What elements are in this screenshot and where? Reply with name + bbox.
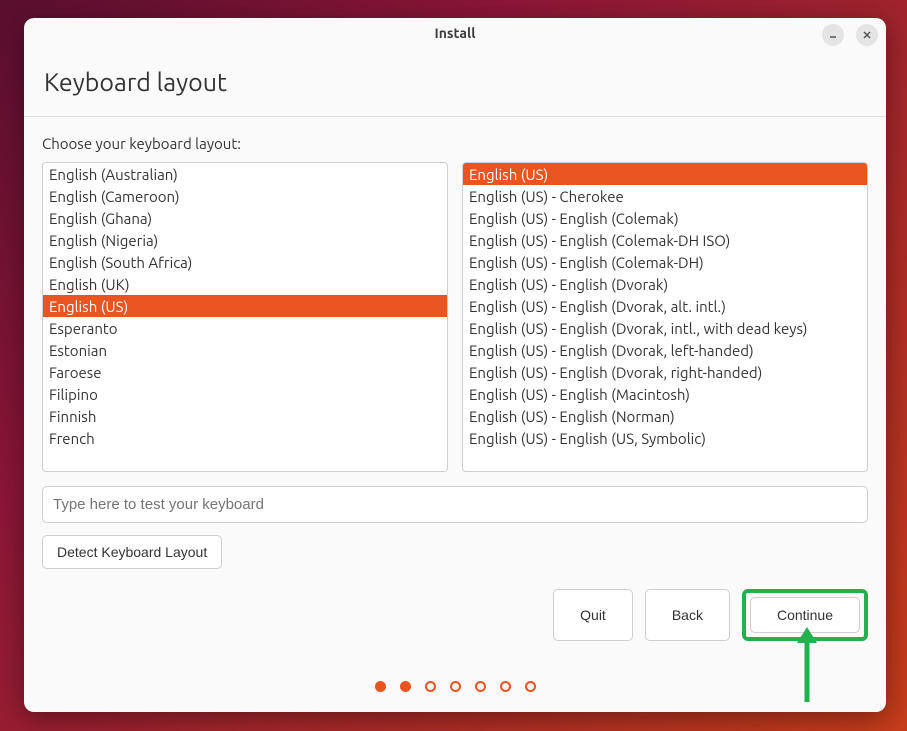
- titlebar: Install: [24, 18, 886, 48]
- variant-item[interactable]: English (US) - English (Dvorak): [463, 273, 867, 295]
- progress-dot: [500, 681, 511, 692]
- progress-dot: [475, 681, 486, 692]
- detect-layout-button[interactable]: Detect Keyboard Layout: [42, 535, 222, 569]
- nav-button-row: Quit Back Continue: [24, 569, 886, 641]
- layout-item[interactable]: English (UK): [43, 273, 447, 295]
- keyboard-test-input[interactable]: [42, 486, 868, 523]
- variant-item[interactable]: English (US) - English (Dvorak, intl., w…: [463, 317, 867, 339]
- progress-dot: [425, 681, 436, 692]
- variant-item[interactable]: English (US) - Cherokee: [463, 185, 867, 207]
- layout-prompt: Choose your keyboard layout:: [42, 135, 868, 152]
- variant-item[interactable]: English (US) - English (Colemak-DH): [463, 251, 867, 273]
- layout-item[interactable]: English (South Africa): [43, 251, 447, 273]
- continue-button[interactable]: Continue: [750, 597, 860, 633]
- layout-item[interactable]: French: [43, 427, 447, 449]
- progress-dot: [450, 681, 461, 692]
- layout-item[interactable]: Finnish: [43, 405, 447, 427]
- progress-dot: [525, 681, 536, 692]
- layout-item[interactable]: English (Ghana): [43, 207, 447, 229]
- installer-window: Install Keyboard layout Choose your keyb…: [24, 18, 886, 712]
- content-area: Choose your keyboard layout: English (Au…: [24, 117, 886, 569]
- variant-item[interactable]: English (US) - English (Macintosh): [463, 383, 867, 405]
- layout-item[interactable]: Faroese: [43, 361, 447, 383]
- variant-item[interactable]: English (US): [463, 163, 867, 185]
- layout-item[interactable]: Filipino: [43, 383, 447, 405]
- progress-dot: [375, 681, 386, 692]
- quit-button[interactable]: Quit: [553, 589, 633, 641]
- variant-listbox[interactable]: English (US)English (US) - CherokeeEngli…: [462, 162, 868, 472]
- layout-item[interactable]: Estonian: [43, 339, 447, 361]
- progress-dot: [400, 681, 411, 692]
- close-button[interactable]: [856, 24, 878, 46]
- variant-item[interactable]: English (US) - English (Colemak): [463, 207, 867, 229]
- layout-listbox[interactable]: English (Australian)English (Cameroon)En…: [42, 162, 448, 472]
- layout-item[interactable]: Esperanto: [43, 317, 447, 339]
- continue-highlight: Continue: [742, 589, 868, 641]
- variant-item[interactable]: English (US) - English (Norman): [463, 405, 867, 427]
- variant-item[interactable]: English (US) - English (Colemak-DH ISO): [463, 229, 867, 251]
- variant-item[interactable]: English (US) - English (US, Symbolic): [463, 427, 867, 449]
- window-title: Install: [435, 25, 476, 41]
- variant-item[interactable]: English (US) - English (Dvorak, alt. int…: [463, 295, 867, 317]
- layout-item[interactable]: English (Cameroon): [43, 185, 447, 207]
- layout-item[interactable]: English (US): [43, 295, 447, 317]
- layout-item[interactable]: English (Australian): [43, 163, 447, 185]
- progress-indicator: [24, 641, 886, 712]
- back-button[interactable]: Back: [645, 589, 730, 641]
- window-controls: [822, 24, 878, 46]
- variant-item[interactable]: English (US) - English (Dvorak, right-ha…: [463, 361, 867, 383]
- page-heading: Keyboard layout: [24, 48, 886, 116]
- minimize-button[interactable]: [822, 24, 844, 46]
- layout-item[interactable]: English (Nigeria): [43, 229, 447, 251]
- variant-item[interactable]: English (US) - English (Dvorak, left-han…: [463, 339, 867, 361]
- layout-lists: English (Australian)English (Cameroon)En…: [42, 162, 868, 472]
